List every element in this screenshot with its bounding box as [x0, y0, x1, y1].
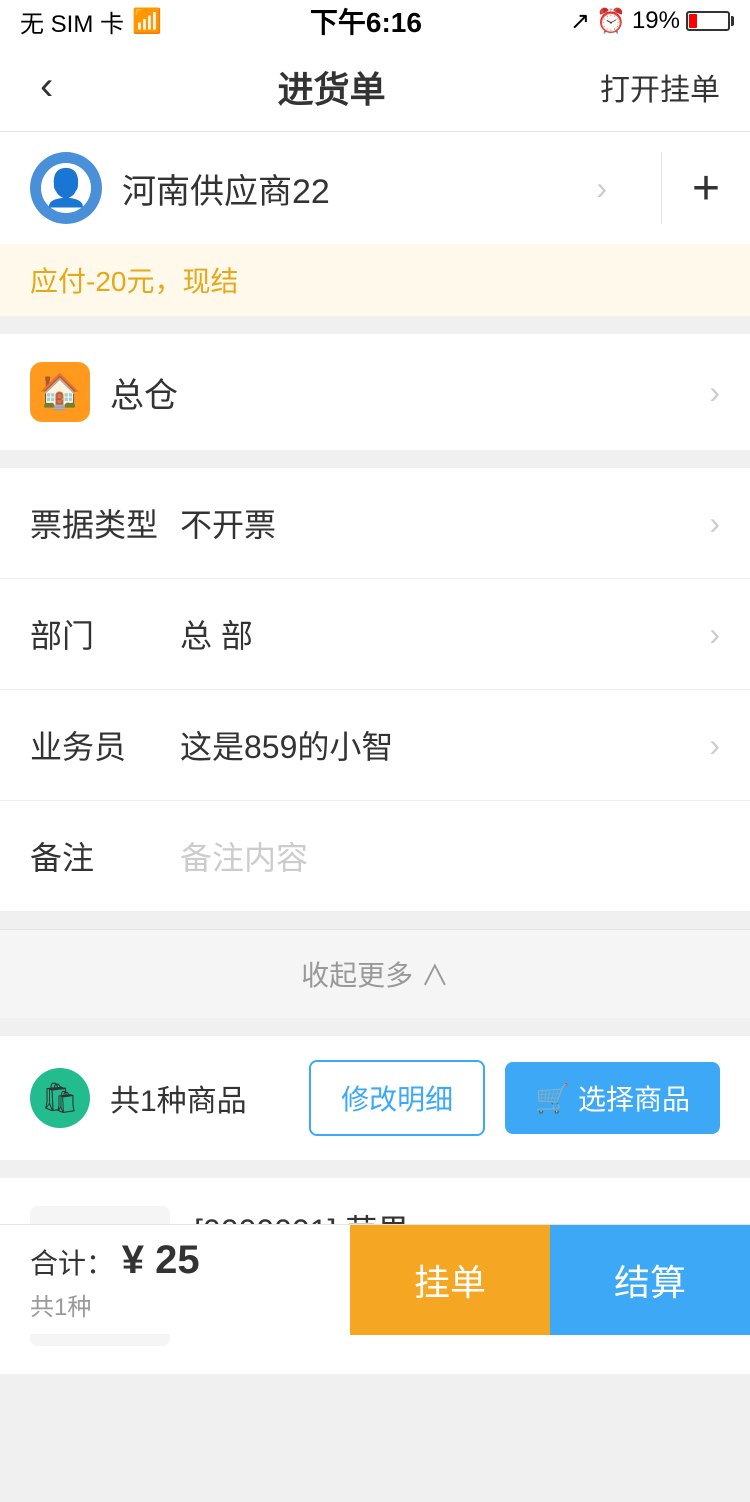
select-product-label: 选择商品: [578, 1078, 690, 1118]
page-title: 进货单: [278, 61, 386, 113]
warehouse-name: 总仓: [110, 368, 709, 417]
footer-total: 合计： ¥ 25 共1种: [0, 1238, 350, 1322]
supplier-row[interactable]: 👤 河南供应商22 ›: [30, 152, 662, 224]
department-label: 部门: [30, 611, 180, 657]
salesperson-label: 业务员: [30, 722, 180, 768]
total-row: 合计： ¥ 25: [30, 1238, 320, 1283]
battery-icon: [686, 11, 730, 31]
invoice-type-label: 票据类型: [30, 500, 180, 546]
footer: 合计： ¥ 25 共1种 挂单 结算: [0, 1224, 750, 1334]
invoice-type-value: 不开票: [180, 500, 709, 546]
back-button[interactable]: ‹: [30, 54, 63, 119]
total-sub: 共1种: [30, 1287, 320, 1322]
carrier-text: 无 SIM 卡: [20, 4, 124, 39]
select-product-icon: 🛒: [535, 1082, 570, 1115]
collapse-button[interactable]: 收起更多 ∧: [0, 929, 750, 1018]
warehouse-row[interactable]: 🏠 总仓 ›: [0, 334, 750, 450]
status-bar: 无 SIM 卡 📶 下午6:16 ↗ ⏰ 19%: [0, 0, 750, 42]
remark-label: 备注: [30, 833, 180, 879]
product-count-icon: 🛍: [30, 1068, 90, 1128]
chevron-right-icon: ›: [709, 616, 720, 653]
supplier-notice: 应付-20元，现结: [0, 244, 750, 316]
open-pending-button[interactable]: 打开挂单: [600, 65, 720, 109]
product-header: 🛍 共1种商品 修改明细 🛒 选择商品: [0, 1036, 750, 1160]
form-section: 票据类型 不开票 › 部门 总 部 › 业务员 这是859的小智 › 备注 备注…: [0, 468, 750, 911]
battery-text: 19%: [632, 7, 680, 35]
status-time: 下午6:16: [310, 1, 422, 41]
total-amount: ¥ 25: [122, 1238, 200, 1282]
invoice-type-row[interactable]: 票据类型 不开票 ›: [0, 468, 750, 579]
plus-icon: +: [692, 161, 720, 216]
department-value: 总 部: [180, 611, 709, 657]
supplier-avatar: 👤: [30, 152, 102, 224]
alarm-icon: ⏰: [596, 7, 626, 36]
edit-detail-button[interactable]: 修改明细: [309, 1060, 485, 1136]
hold-button[interactable]: 挂单: [350, 1225, 550, 1335]
chevron-right-icon: ›: [709, 505, 720, 542]
salesperson-value: 这是859的小智: [180, 722, 709, 768]
chevron-right-icon: ›: [596, 170, 607, 207]
select-product-button[interactable]: 🛒 选择商品: [505, 1062, 720, 1134]
status-left: 无 SIM 卡 📶: [20, 4, 162, 39]
supplier-name: 河南供应商22: [122, 164, 596, 213]
chevron-right-icon: ›: [709, 374, 720, 411]
status-right: ↗ ⏰ 19%: [570, 7, 730, 36]
department-row[interactable]: 部门 总 部 ›: [0, 579, 750, 690]
location-icon: ↗: [570, 7, 590, 36]
checkout-button[interactable]: 结算: [550, 1225, 750, 1335]
remark-placeholder: 备注内容: [180, 833, 720, 879]
person-icon: 👤: [44, 167, 89, 209]
warehouse-icon: 🏠: [30, 362, 90, 422]
product-count-text: 共1种商品: [110, 1076, 289, 1120]
salesperson-row[interactable]: 业务员 这是859的小智 ›: [0, 690, 750, 801]
nav-bar: ‹ 进货单 打开挂单: [0, 42, 750, 132]
total-label: 合计：: [30, 1248, 114, 1279]
add-supplier-button[interactable]: +: [662, 161, 720, 216]
wifi-icon: 📶: [132, 7, 162, 36]
remark-row[interactable]: 备注 备注内容: [0, 801, 750, 911]
supplier-section: 👤 河南供应商22 › + 应付-20元，现结: [0, 132, 750, 316]
chevron-right-icon: ›: [709, 727, 720, 764]
cart-icon: 🛍: [41, 1081, 79, 1116]
